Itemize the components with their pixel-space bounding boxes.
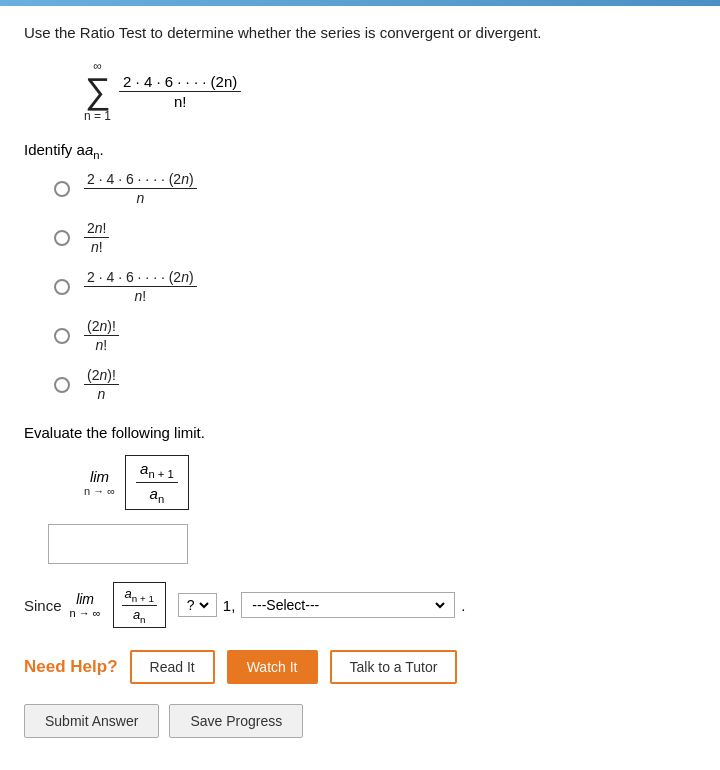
period: . <box>461 597 465 614</box>
conclusion-select-box[interactable]: ---Select--- the series converges the se… <box>241 592 455 618</box>
submit-answer-button[interactable]: Submit Answer <box>24 704 159 738</box>
list-item: (2n)! n <box>54 367 696 402</box>
list-item: (2n)! n! <box>54 318 696 353</box>
radio-option-3[interactable] <box>54 279 70 295</box>
conclusion-select[interactable]: ---Select--- the series converges the se… <box>248 596 448 614</box>
submit-section: Submit Answer Save Progress <box>24 704 696 762</box>
series-fraction: 2 · 4 · 6 · · · · (2n) n! <box>119 73 241 110</box>
since-lim-sub: n → ∞ <box>70 607 101 619</box>
option-5-fraction: (2n)! n <box>84 367 119 402</box>
limit-answer-input[interactable] <box>49 525 187 563</box>
series-denom: n! <box>170 92 191 110</box>
need-help-label: Need Help? <box>24 657 118 677</box>
lim-word: lim <box>90 468 109 485</box>
series-numer: 2 · 4 · 6 · · · · (2n) <box>119 73 241 92</box>
read-it-button[interactable]: Read It <box>130 650 215 684</box>
number-one: 1, <box>223 597 236 614</box>
option-1-fraction: 2 · 4 · 6 · · · · (2n) n <box>84 171 197 206</box>
lim-sub: n → ∞ <box>84 485 115 497</box>
identify-label: Identify aan. <box>24 141 696 161</box>
series-block: ∞ ∑ n = 1 2 · 4 · 6 · · · · (2n) n! <box>84 59 696 123</box>
comparison-select-box[interactable]: ? < > = ≤ ≥ <box>178 593 217 617</box>
lim-block: lim n → ∞ an + 1 an <box>84 455 696 510</box>
save-progress-button[interactable]: Save Progress <box>169 704 303 738</box>
radio-option-2[interactable] <box>54 230 70 246</box>
limit-abs-fraction: an + 1 an <box>125 455 189 510</box>
evaluate-label: Evaluate the following limit. <box>24 424 696 441</box>
options-list: 2 · 4 · 6 · · · · (2n) n 2n! n! 2 · 4 · … <box>54 171 696 402</box>
question-select-wrapper[interactable]: ? < > = ≤ ≥ 1, ---Select--- the series c… <box>178 592 466 618</box>
since-section: Since lim n → ∞ an + 1 an ? < > = ≤ ≥ <box>24 582 696 628</box>
need-help-section: Need Help? Read It Watch It Talk to a Tu… <box>24 650 696 684</box>
option-3-fraction: 2 · 4 · 6 · · · · (2n) n! <box>84 269 197 304</box>
sigma-sub: n = 1 <box>84 109 111 123</box>
since-lim-block: lim n → ∞ <box>70 591 101 619</box>
watch-it-button[interactable]: Watch It <box>227 650 318 684</box>
since-lim-word: lim <box>76 591 94 607</box>
radio-option-1[interactable] <box>54 181 70 197</box>
option-2-fraction: 2n! n! <box>84 220 109 255</box>
evaluate-section: Evaluate the following limit. lim n → ∞ … <box>24 424 696 564</box>
problem-statement: Use the Ratio Test to determine whether … <box>24 24 696 41</box>
radio-option-4[interactable] <box>54 328 70 344</box>
since-label: Since <box>24 597 62 614</box>
option-4-fraction: (2n)! n! <box>84 318 119 353</box>
list-item: 2 · 4 · 6 · · · · (2n) n! <box>54 269 696 304</box>
since-abs-fraction: an + 1 an <box>113 582 166 628</box>
sigma-symbol: ∑ <box>85 73 111 109</box>
list-item: 2 · 4 · 6 · · · · (2n) n <box>54 171 696 206</box>
list-item: 2n! n! <box>54 220 696 255</box>
radio-option-5[interactable] <box>54 377 70 393</box>
sigma-container: ∞ ∑ n = 1 <box>84 59 111 123</box>
comparison-select[interactable]: ? < > = ≤ ≥ <box>183 596 212 614</box>
lim-container: lim n → ∞ <box>84 468 115 497</box>
answer-input-box[interactable] <box>48 524 188 564</box>
talk-to-tutor-button[interactable]: Talk to a Tutor <box>330 650 458 684</box>
